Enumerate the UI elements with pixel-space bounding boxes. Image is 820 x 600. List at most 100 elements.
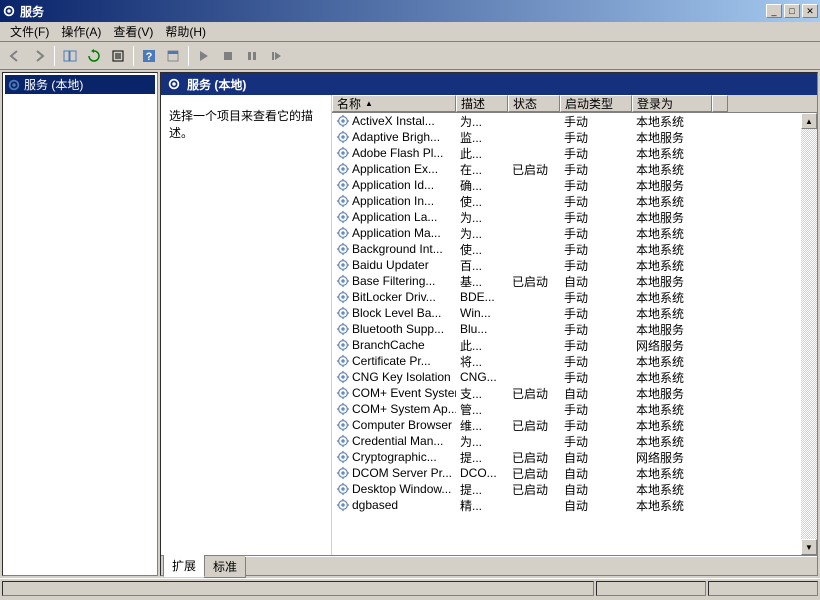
show-hide-button[interactable]: [59, 45, 81, 67]
table-row[interactable]: BranchCache此...手动网络服务: [332, 337, 801, 353]
service-icon: [336, 258, 350, 272]
service-logon: 本地服务: [632, 177, 712, 194]
table-row[interactable]: CNG Key IsolationCNG...手动本地系统: [332, 369, 801, 385]
table-row[interactable]: Application Ex...在...已启动手动本地系统: [332, 161, 801, 177]
scroll-track[interactable]: [801, 129, 817, 539]
service-status: 已启动: [508, 385, 560, 402]
table-row[interactable]: Application La...为...手动本地服务: [332, 209, 801, 225]
service-logon: 本地服务: [632, 385, 712, 402]
vertical-scrollbar[interactable]: ▲ ▼: [801, 113, 817, 555]
tab-extended[interactable]: 扩展: [163, 555, 205, 577]
table-row[interactable]: Computer Browser维...已启动手动本地系统: [332, 417, 801, 433]
service-desc: Win...: [456, 306, 508, 320]
service-logon: 本地服务: [632, 209, 712, 226]
scroll-up-button[interactable]: ▲: [801, 113, 817, 129]
restart-service-button[interactable]: [265, 45, 287, 67]
col-status[interactable]: 状态: [508, 95, 560, 112]
forward-button[interactable]: [28, 45, 50, 67]
table-row[interactable]: Application Id...确...手动本地服务: [332, 177, 801, 193]
table-row[interactable]: dgbased精...自动本地系统: [332, 497, 801, 513]
service-list[interactable]: ActiveX Instal...为...手动本地系统Adaptive Brig…: [332, 113, 801, 555]
col-startup[interactable]: 启动类型: [560, 95, 632, 112]
service-name: Application In...: [352, 194, 434, 208]
service-icon: [336, 242, 350, 256]
refresh-button[interactable]: [83, 45, 105, 67]
service-logon: 本地系统: [632, 353, 712, 370]
service-desc: DCO...: [456, 466, 508, 480]
table-row[interactable]: ActiveX Instal...为...手动本地系统: [332, 113, 801, 129]
table-row[interactable]: Background Int...使...手动本地系统: [332, 241, 801, 257]
col-desc[interactable]: 描述: [456, 95, 508, 112]
service-desc: 管...: [456, 401, 508, 418]
service-startup: 手动: [560, 209, 632, 226]
table-row[interactable]: Application Ma...为...手动本地系统: [332, 225, 801, 241]
stop-service-button[interactable]: [217, 45, 239, 67]
service-logon: 本地系统: [632, 497, 712, 514]
service-startup: 手动: [560, 353, 632, 370]
export-button[interactable]: [107, 45, 129, 67]
service-icon: [336, 418, 350, 432]
table-row[interactable]: Cryptographic...提...已启动自动网络服务: [332, 449, 801, 465]
service-startup: 自动: [560, 465, 632, 482]
service-startup: 自动: [560, 481, 632, 498]
service-startup: 手动: [560, 241, 632, 258]
minimize-button[interactable]: _: [766, 4, 782, 18]
col-logon[interactable]: 登录为: [632, 95, 712, 112]
table-row[interactable]: Block Level Ba...Win...手动本地系统: [332, 305, 801, 321]
service-name: Bluetooth Supp...: [352, 322, 444, 336]
service-logon: 本地服务: [632, 273, 712, 290]
menu-file[interactable]: 文件(F): [4, 21, 55, 42]
close-button[interactable]: ✕: [802, 4, 818, 18]
window-title: 服务: [20, 3, 766, 20]
service-icon: [336, 130, 350, 144]
service-desc: 为...: [456, 433, 508, 450]
menu-help[interactable]: 帮助(H): [159, 21, 212, 42]
menu-action[interactable]: 操作(A): [55, 21, 107, 42]
tree-root-services[interactable]: 服务 (本地): [5, 75, 155, 94]
service-name: Baidu Updater: [352, 258, 429, 272]
start-service-button[interactable]: [193, 45, 215, 67]
titlebar[interactable]: 服务 _ □ ✕: [0, 0, 820, 22]
service-name: Cryptographic...: [352, 450, 437, 464]
table-row[interactable]: DCOM Server Pr...DCO...已启动自动本地系统: [332, 465, 801, 481]
content-header: 服务 (本地): [161, 73, 817, 95]
table-row[interactable]: Certificate Pr...将...手动本地系统: [332, 353, 801, 369]
service-name: COM+ System Ap...: [352, 402, 456, 416]
table-row[interactable]: Desktop Window...提...已启动自动本地系统: [332, 481, 801, 497]
service-logon: 网络服务: [632, 337, 712, 354]
tab-standard[interactable]: 标准: [204, 556, 246, 578]
properties-button[interactable]: [162, 45, 184, 67]
help-button[interactable]: ?: [138, 45, 160, 67]
table-row[interactable]: Application In...使...手动本地系统: [332, 193, 801, 209]
table-row[interactable]: Bluetooth Supp...Blu...手动本地服务: [332, 321, 801, 337]
svg-text:?: ?: [146, 51, 153, 63]
table-row[interactable]: Adobe Flash Pl...此...手动本地系统: [332, 145, 801, 161]
service-desc: 精...: [456, 497, 508, 514]
pause-service-button[interactable]: [241, 45, 263, 67]
service-startup: 手动: [560, 337, 632, 354]
service-logon: 本地系统: [632, 417, 712, 434]
service-status: 已启动: [508, 161, 560, 178]
service-name: DCOM Server Pr...: [352, 466, 452, 480]
service-desc: 百...: [456, 257, 508, 274]
table-row[interactable]: Adaptive Brigh...监...手动本地服务: [332, 129, 801, 145]
col-name[interactable]: 名称▲: [332, 95, 456, 112]
table-row[interactable]: COM+ System Ap...管...手动本地系统: [332, 401, 801, 417]
service-desc: 确...: [456, 177, 508, 194]
table-row[interactable]: Credential Man...为...手动本地系统: [332, 433, 801, 449]
service-startup: 手动: [560, 289, 632, 306]
menubar: 文件(F) 操作(A) 查看(V) 帮助(H): [0, 22, 820, 42]
table-row[interactable]: BitLocker Driv...BDE...手动本地系统: [332, 289, 801, 305]
service-logon: 本地系统: [632, 401, 712, 418]
maximize-button[interactable]: □: [784, 4, 800, 18]
table-row[interactable]: COM+ Event System支...已启动自动本地服务: [332, 385, 801, 401]
service-name: Application Ma...: [352, 226, 441, 240]
service-logon: 本地服务: [632, 129, 712, 146]
service-name: Certificate Pr...: [352, 354, 431, 368]
back-button[interactable]: [4, 45, 26, 67]
scroll-down-button[interactable]: ▼: [801, 539, 817, 555]
menu-view[interactable]: 查看(V): [107, 21, 159, 42]
service-desc: 使...: [456, 241, 508, 258]
table-row[interactable]: Base Filtering...基...已启动自动本地服务: [332, 273, 801, 289]
table-row[interactable]: Baidu Updater百...手动本地系统: [332, 257, 801, 273]
